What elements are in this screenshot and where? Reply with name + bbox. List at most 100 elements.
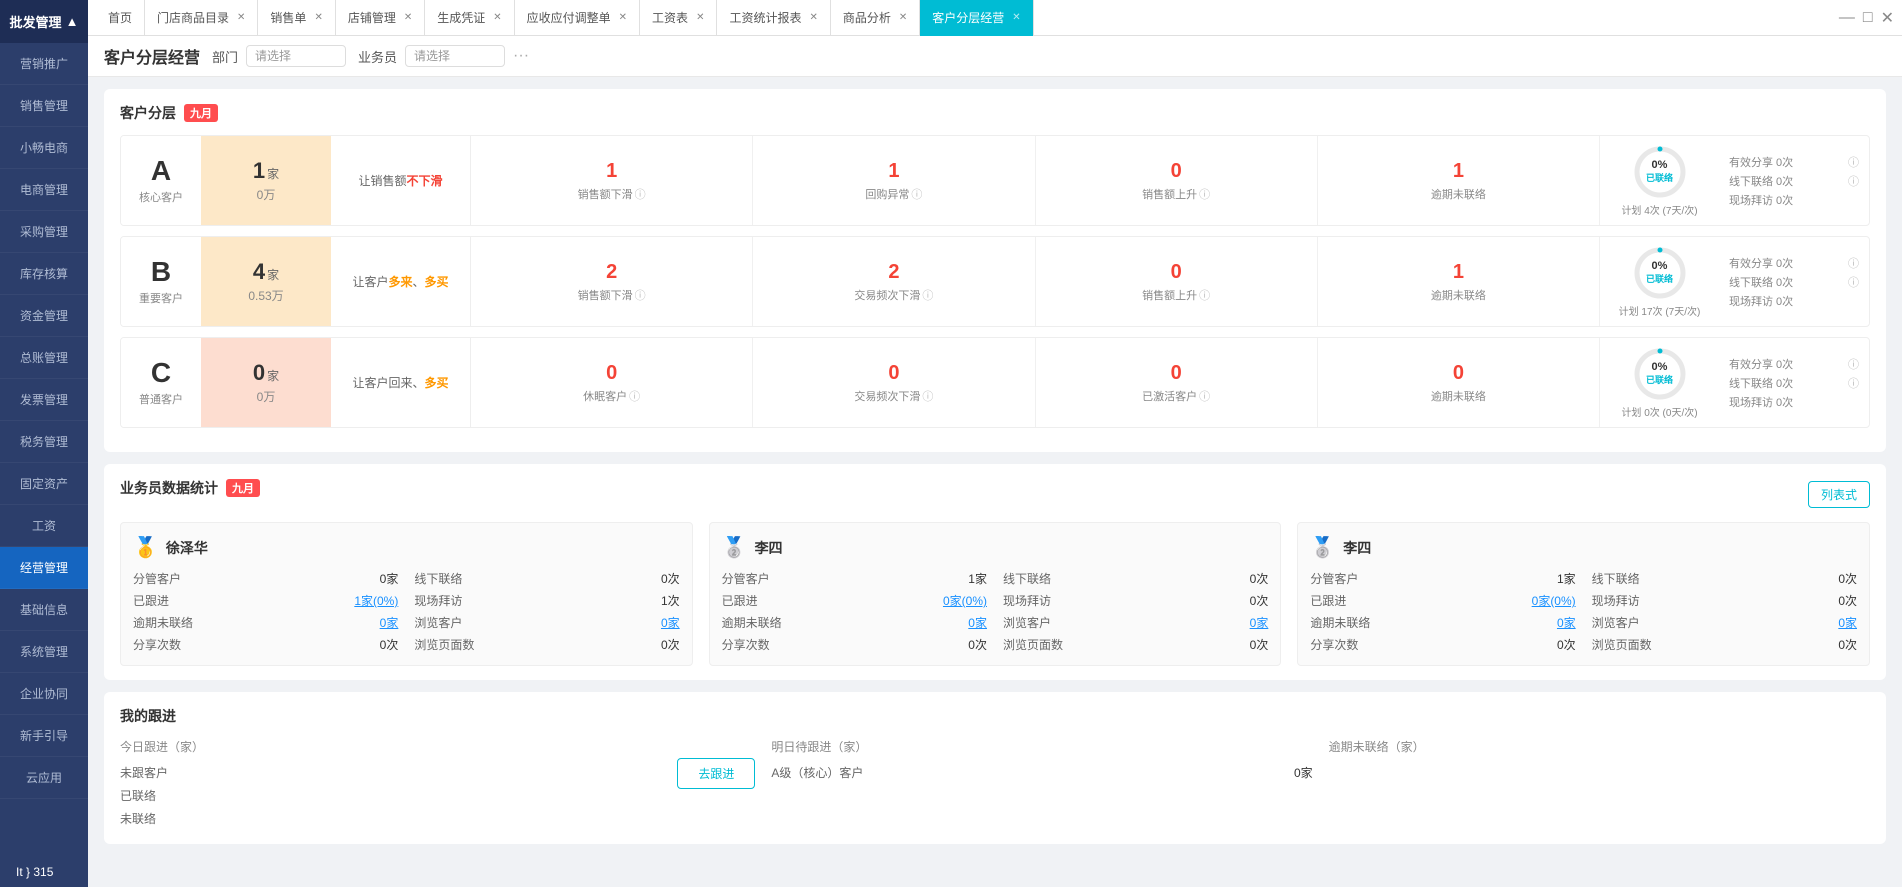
staff-1-overdue: 逾期未联络 0家 xyxy=(133,614,398,631)
followup-today-row-1: 未跟客户 xyxy=(120,761,661,784)
sidebar-logo[interactable]: 批发管理 ▲ xyxy=(0,0,88,43)
staff-1-offline: 线下联络 0次 xyxy=(414,570,679,587)
info-icon[interactable]: ⓘ xyxy=(911,186,922,202)
customer-tier-section: 客户分层 九月 A 核心客户 1 家 0万 让销售额不下滑 xyxy=(104,89,1886,452)
tab-product-analysis[interactable]: 商品分析 ✕ xyxy=(831,0,920,36)
staff-2-share: 分享次数 0次 xyxy=(722,636,987,653)
tab-home[interactable]: 首页 xyxy=(96,0,145,36)
followup-today-title: 今日跟进（家） xyxy=(120,738,661,755)
sidebar-item-system[interactable]: 系统管理 xyxy=(0,631,88,673)
staff-1-share: 分享次数 0次 xyxy=(133,636,398,653)
staff-select[interactable]: 请选择 xyxy=(405,45,505,67)
sidebar-item-ecommerce[interactable]: 电商管理 xyxy=(0,169,88,211)
tab-close-product-analysis[interactable]: ✕ xyxy=(899,12,907,23)
tier-row-c: C 普通客户 0 家 0万 让客户回来、多买 0 休眠客户 ⓘ xyxy=(120,337,1870,428)
staff-3-browse-customer: 浏览客户 0家 xyxy=(1592,614,1857,631)
info-icon[interactable]: ⓘ xyxy=(922,388,933,404)
staff-card-3: 🥈 李四 分管客户 1家 线下联络 0次 已跟进 xyxy=(1297,522,1870,666)
tier-a-suggestion: 让销售额不下滑 xyxy=(331,136,471,225)
staff-3-browse-page: 浏览页面数 0次 xyxy=(1592,636,1857,653)
dept-select[interactable]: 请选择 xyxy=(246,45,346,67)
tab-receivable[interactable]: 应收应付调整单 ✕ xyxy=(515,0,640,36)
tab-payroll-report[interactable]: 工资统计报表 ✕ xyxy=(717,0,830,36)
tier-a-stat-1: 1 销售额下滑 ⓘ xyxy=(471,136,753,225)
info-icon[interactable]: ⓘ xyxy=(635,186,646,202)
info-icon[interactable]: ⓘ xyxy=(1199,287,1210,303)
followup-tomorrow-col: 明日待跟进（家） A级（核心）客户 0家 xyxy=(771,738,1312,784)
followup-overdue-col: 逾期未联络（家） xyxy=(1329,738,1870,761)
info-icon[interactable]: ⓘ xyxy=(629,388,640,404)
sidebar-item-ledger[interactable]: 总账管理 xyxy=(0,337,88,379)
sidebar-item-collab[interactable]: 企业协同 xyxy=(0,673,88,715)
tab-store-products[interactable]: 门店商品目录 ✕ xyxy=(145,0,258,36)
sidebar-item-salary[interactable]: 工资 xyxy=(0,505,88,547)
sidebar-item-operations[interactable]: 经营管理 xyxy=(0,547,88,589)
tab-close-store-products[interactable]: ✕ xyxy=(237,12,245,23)
staff-card-2: 🥈 李四 分管客户 1家 线下联络 0次 已跟进 xyxy=(709,522,1282,666)
tab-close-store-mgmt[interactable]: ✕ xyxy=(404,12,412,23)
info-icon[interactable]: ⓘ xyxy=(1848,356,1859,372)
info-icon[interactable]: ⓘ xyxy=(1848,154,1859,170)
sidebar-item-sales[interactable]: 销售管理 xyxy=(0,85,88,127)
info-icon[interactable]: ⓘ xyxy=(635,287,646,303)
sidebar-item-assets[interactable]: 固定资产 xyxy=(0,463,88,505)
sidebar-item-cloud[interactable]: 云应用 xyxy=(0,757,88,799)
tab-customer-tier[interactable]: 客户分层经营 ✕ xyxy=(920,0,1033,36)
close-window-icon[interactable]: ✕ xyxy=(1881,8,1894,28)
tab-close-payroll-report[interactable]: ✕ xyxy=(809,12,817,23)
sidebar-item-purchase[interactable]: 采购管理 xyxy=(0,211,88,253)
tier-a-stats: 1 销售额下滑 ⓘ 1 回购异常 ⓘ 0 销售额上升 ⓘ 1 逾期未联络 xyxy=(471,136,1599,225)
tab-close-customer-tier[interactable]: ✕ xyxy=(1012,12,1020,23)
info-icon[interactable]: ⓘ xyxy=(1848,173,1859,189)
tab-bar-end: — □ ✕ xyxy=(1839,8,1894,28)
tier-a-stat-2: 1 回购异常 ⓘ xyxy=(753,136,1035,225)
tab-close-payroll[interactable]: ✕ xyxy=(696,12,704,23)
minimize-icon[interactable]: — xyxy=(1839,9,1855,27)
tier-c-stat-3: 0 已激活客户 ⓘ xyxy=(1036,338,1318,427)
staff-1-browse-page: 浏览页面数 0次 xyxy=(414,636,679,653)
tab-close-voucher[interactable]: ✕ xyxy=(493,12,501,23)
maximize-icon[interactable]: □ xyxy=(1863,9,1873,27)
tier-a-circle-wrap: 0%已联络 xyxy=(1632,144,1688,200)
staff-1-browse-customer: 浏览客户 0家 xyxy=(414,614,679,631)
tier-b-count: 4 家 0.53万 xyxy=(201,237,331,326)
sidebar-item-ecommerce-small[interactable]: 小畅电商 xyxy=(0,127,88,169)
info-icon[interactable]: ⓘ xyxy=(1848,274,1859,290)
tier-b-circle: 0%已联络 计划 17次 (7天/次) xyxy=(1599,237,1719,326)
go-followup-button[interactable]: 去跟进 xyxy=(677,758,755,789)
info-icon[interactable]: ⓘ xyxy=(1848,375,1859,391)
sidebar-item-tax[interactable]: 税务管理 xyxy=(0,421,88,463)
sidebar-item-invoice[interactable]: 发票管理 xyxy=(0,379,88,421)
more-options-icon[interactable]: ··· xyxy=(513,47,529,65)
tab-bar: 首页 门店商品目录 ✕ 销售单 ✕ 店铺管理 ✕ 生成凭证 ✕ 应收应付调整单 … xyxy=(88,0,1902,36)
sidebar-item-basics[interactable]: 基础信息 xyxy=(0,589,88,631)
tab-close-sales-order[interactable]: ✕ xyxy=(314,12,322,23)
followup-tomorrow-title: 明日待跟进（家） xyxy=(771,738,1312,755)
staff-1-managed: 分管客户 0家 xyxy=(133,570,398,587)
sidebar-item-finance[interactable]: 资金管理 xyxy=(0,295,88,337)
tab-payroll[interactable]: 工资表 ✕ xyxy=(640,0,717,36)
info-icon[interactable]: ⓘ xyxy=(1199,388,1210,404)
dept-label: 部门 xyxy=(212,47,238,66)
customer-tier-title: 客户分层 九月 xyxy=(120,103,1870,123)
staff-1-medal: 🥇 xyxy=(133,535,158,560)
list-view-button[interactable]: 列表式 xyxy=(1808,481,1870,508)
tab-voucher[interactable]: 生成凭证 ✕ xyxy=(425,0,514,36)
sidebar-item-guide[interactable]: 新手引导 xyxy=(0,715,88,757)
staff-grid: 🥇 徐泽华 分管客户 0家 线下联络 0次 已跟进 xyxy=(120,522,1870,666)
tier-a-label: A 核心客户 xyxy=(121,136,201,225)
tab-store-mgmt[interactable]: 店铺管理 ✕ xyxy=(336,0,425,36)
info-icon[interactable]: ⓘ xyxy=(1848,255,1859,271)
tab-close-receivable[interactable]: ✕ xyxy=(619,12,627,23)
tier-c-stat-1: 0 休眠客户 ⓘ xyxy=(471,338,753,427)
sidebar-item-inventory[interactable]: 库存核算 xyxy=(0,253,88,295)
staff-2-stats: 分管客户 1家 线下联络 0次 已跟进 0家(0%) 现场拜访 xyxy=(722,570,1269,653)
tier-c-label: C 普通客户 xyxy=(121,338,201,427)
sidebar-item-marketing[interactable]: 营销推广 xyxy=(0,43,88,85)
info-icon[interactable]: ⓘ xyxy=(922,287,933,303)
tier-c-suggestion: 让客户回来、多买 xyxy=(331,338,471,427)
info-icon[interactable]: ⓘ xyxy=(1199,186,1210,202)
staff-3-name: 李四 xyxy=(1343,538,1371,558)
tab-sales-order[interactable]: 销售单 ✕ xyxy=(258,0,335,36)
tier-c-stats: 0 休眠客户 ⓘ 0 交易频次下滑 ⓘ 0 已激活客户 ⓘ 0 逾期未联络 xyxy=(471,338,1599,427)
